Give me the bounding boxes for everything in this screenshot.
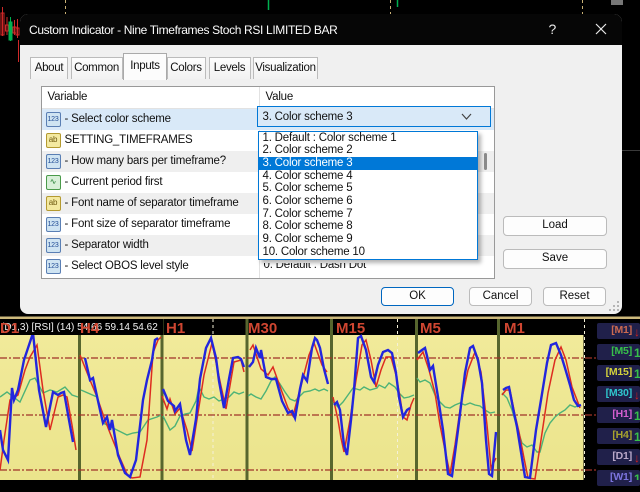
svg-text:M30: M30 bbox=[248, 320, 277, 337]
svg-text:↓: ↓ bbox=[634, 451, 640, 465]
svg-text:D1: D1 bbox=[0, 320, 19, 337]
svg-text:H4: H4 bbox=[80, 320, 100, 337]
svg-text:H1: H1 bbox=[166, 320, 185, 337]
svg-text:1: 1 bbox=[634, 409, 640, 423]
svg-text:1: 1 bbox=[634, 430, 640, 444]
svg-text:1: 1 bbox=[634, 346, 640, 360]
svg-text:M1: M1 bbox=[504, 320, 525, 337]
svg-text:M15: M15 bbox=[336, 320, 365, 337]
svg-text:1: 1 bbox=[634, 367, 640, 381]
svg-text:1: 1 bbox=[634, 472, 640, 480]
svg-text:↓: ↓ bbox=[634, 325, 640, 339]
svg-text:M5: M5 bbox=[420, 320, 441, 337]
svg-text:↓: ↓ bbox=[634, 388, 640, 402]
